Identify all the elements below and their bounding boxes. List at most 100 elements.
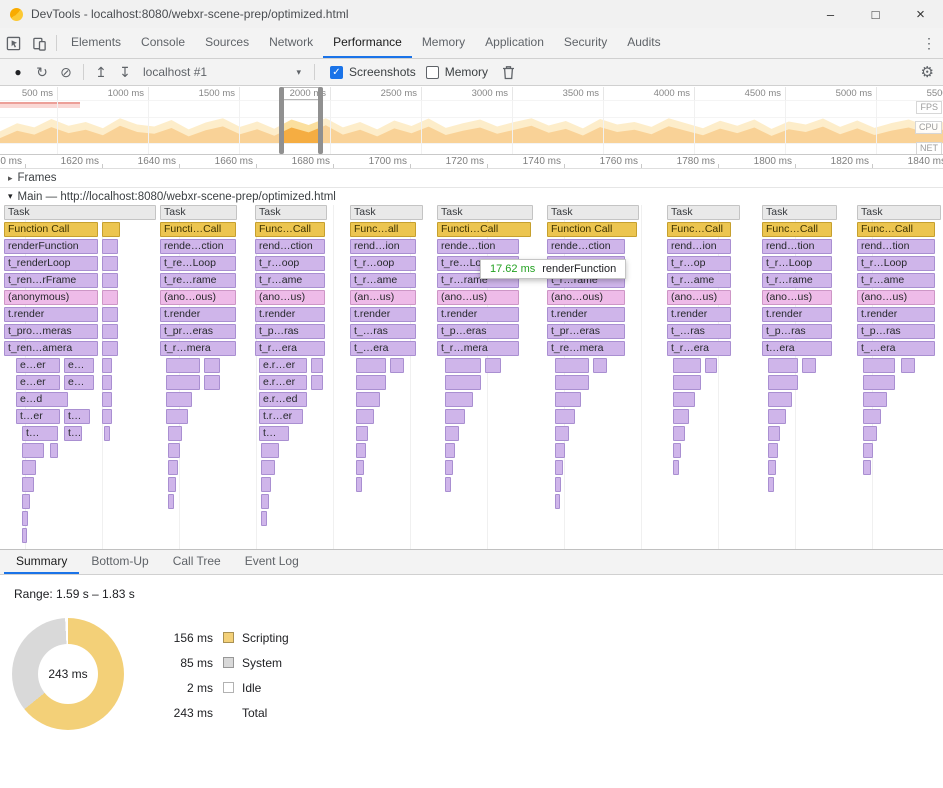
- flame-bar[interactable]: [768, 375, 798, 390]
- flame-bar[interactable]: (ano…ous): [160, 290, 236, 305]
- flame-bar[interactable]: (anonymous): [4, 290, 98, 305]
- flame-bar[interactable]: t_renderLoop: [4, 256, 98, 271]
- details-tab-call-tree[interactable]: Call Tree: [161, 550, 233, 574]
- flame-bar[interactable]: Function Call: [547, 222, 637, 237]
- flame-bar[interactable]: [673, 426, 685, 441]
- flame-bar[interactable]: [166, 392, 192, 407]
- flame-bar[interactable]: t_r…rame: [762, 273, 832, 288]
- flame-bar[interactable]: t.render: [547, 307, 625, 322]
- flame-bar[interactable]: t_ren…rFrame: [4, 273, 98, 288]
- flame-bar[interactable]: [102, 290, 118, 305]
- selection-left-handle[interactable]: [279, 87, 284, 154]
- flame-bar[interactable]: [555, 494, 560, 509]
- flame-bar[interactable]: [673, 358, 701, 373]
- flame-bar[interactable]: t_r…oop: [350, 256, 416, 271]
- tab-network[interactable]: Network: [259, 28, 323, 58]
- overview[interactable]: 500 ms 1000 ms 1500 ms 2000 ms 2500 ms 3000 m…: [0, 87, 943, 155]
- flame-task-bar[interactable]: Task: [547, 205, 639, 220]
- flame-bar[interactable]: Func…Call: [857, 222, 935, 237]
- flame-bar[interactable]: [768, 392, 792, 407]
- flame-bar[interactable]: [445, 460, 453, 475]
- flame-bar[interactable]: t_r…Loop: [762, 256, 832, 271]
- tab-console[interactable]: Console: [131, 28, 195, 58]
- flame-bar[interactable]: t.render: [4, 307, 98, 322]
- flame-bar[interactable]: [204, 375, 220, 390]
- load-profile-icon[interactable]: ↥: [89, 64, 113, 81]
- details-tab-event-log[interactable]: Event Log: [233, 550, 311, 574]
- flame-bar[interactable]: t…era: [762, 341, 832, 356]
- flame-bar[interactable]: [768, 443, 778, 458]
- frames-track-header[interactable]: Frames: [0, 169, 943, 188]
- flame-bar[interactable]: [673, 409, 689, 424]
- flame-bar[interactable]: [863, 358, 895, 373]
- tab-memory[interactable]: Memory: [412, 28, 475, 58]
- clear-recording-icon[interactable]: ⊘: [54, 64, 78, 81]
- flame-bar[interactable]: [555, 426, 569, 441]
- flame-bar[interactable]: e…er: [16, 358, 60, 373]
- flame-task-bar[interactable]: Task: [437, 205, 533, 220]
- flame-task-bar[interactable]: Task: [255, 205, 327, 220]
- target-select[interactable]: localhost #1 ▾: [137, 65, 309, 79]
- flame-task-bar[interactable]: Task: [667, 205, 740, 220]
- flame-bar[interactable]: e…: [64, 375, 94, 390]
- close-button[interactable]: ×: [898, 0, 943, 28]
- flame-bar[interactable]: [356, 443, 366, 458]
- flame-bar[interactable]: t_pr…eras: [547, 324, 625, 339]
- flame-bar[interactable]: t…: [64, 409, 90, 424]
- flame-bar[interactable]: [261, 494, 269, 509]
- flame-bar[interactable]: t…: [22, 426, 58, 441]
- flame-bar[interactable]: [555, 392, 581, 407]
- details-tab-summary[interactable]: Summary: [4, 550, 80, 574]
- flame-bar[interactable]: [22, 511, 28, 526]
- flame-bar[interactable]: t_p…eras: [437, 324, 519, 339]
- flame-bar[interactable]: [102, 239, 118, 254]
- flame-bar[interactable]: [593, 358, 607, 373]
- flame-bar[interactable]: [168, 477, 176, 492]
- flame-task-bar[interactable]: Task: [350, 205, 423, 220]
- flame-bar[interactable]: [863, 460, 871, 475]
- flame-bar[interactable]: t_ren…amera: [4, 341, 98, 356]
- flame-bar[interactable]: [102, 307, 118, 322]
- flame-bar[interactable]: t_r…mera: [437, 341, 519, 356]
- flame-bar[interactable]: t_…ras: [667, 324, 731, 339]
- flame-bar[interactable]: renderFunction: [4, 239, 98, 254]
- flame-bar[interactable]: [102, 222, 120, 237]
- flame-bar[interactable]: [555, 443, 565, 458]
- flame-bar[interactable]: [863, 375, 895, 390]
- flame-bar[interactable]: t_r…ame: [255, 273, 325, 288]
- flame-bar[interactable]: [673, 375, 701, 390]
- flame-bar[interactable]: t_…era: [350, 341, 416, 356]
- main-track-header[interactable]: Main — http://localhost:8080/webxr-scene…: [0, 188, 943, 205]
- flame-task-bar[interactable]: Task: [762, 205, 837, 220]
- flame-bar[interactable]: [485, 358, 501, 373]
- flame-bar[interactable]: e.r…er: [259, 358, 307, 373]
- flame-bar[interactable]: [768, 409, 786, 424]
- maximize-button[interactable]: □: [853, 0, 898, 28]
- flame-bar[interactable]: Func…Call: [667, 222, 731, 237]
- flame-bar[interactable]: t.render: [857, 307, 935, 322]
- tab-sources[interactable]: Sources: [195, 28, 259, 58]
- flame-bar[interactable]: [768, 460, 776, 475]
- flame-bar[interactable]: [768, 477, 774, 492]
- flame-bar[interactable]: [22, 443, 44, 458]
- flame-bar[interactable]: [768, 358, 798, 373]
- flame-bar[interactable]: [555, 477, 561, 492]
- flame-bar[interactable]: [102, 256, 118, 271]
- tab-performance[interactable]: Performance: [323, 28, 412, 58]
- tab-security[interactable]: Security: [554, 28, 617, 58]
- flame-bar[interactable]: t…: [259, 426, 289, 441]
- flame-bar[interactable]: t_r…mera: [160, 341, 236, 356]
- flame-bar[interactable]: rend…ction: [255, 239, 325, 254]
- flame-bar[interactable]: Function Call: [4, 222, 98, 237]
- flame-bar[interactable]: t_…ras: [350, 324, 416, 339]
- flame-bar[interactable]: t_r…ame: [350, 273, 416, 288]
- flame-bar[interactable]: [356, 409, 374, 424]
- flame-bar[interactable]: [50, 443, 58, 458]
- flame-bar[interactable]: t.render: [350, 307, 416, 322]
- flame-bar[interactable]: [102, 375, 112, 390]
- flame-bar[interactable]: [102, 341, 118, 356]
- flame-bar[interactable]: [168, 460, 178, 475]
- flame-bar[interactable]: Functi…Call: [160, 222, 236, 237]
- flame-bar[interactable]: [555, 460, 563, 475]
- flame-bar[interactable]: Func…all: [350, 222, 416, 237]
